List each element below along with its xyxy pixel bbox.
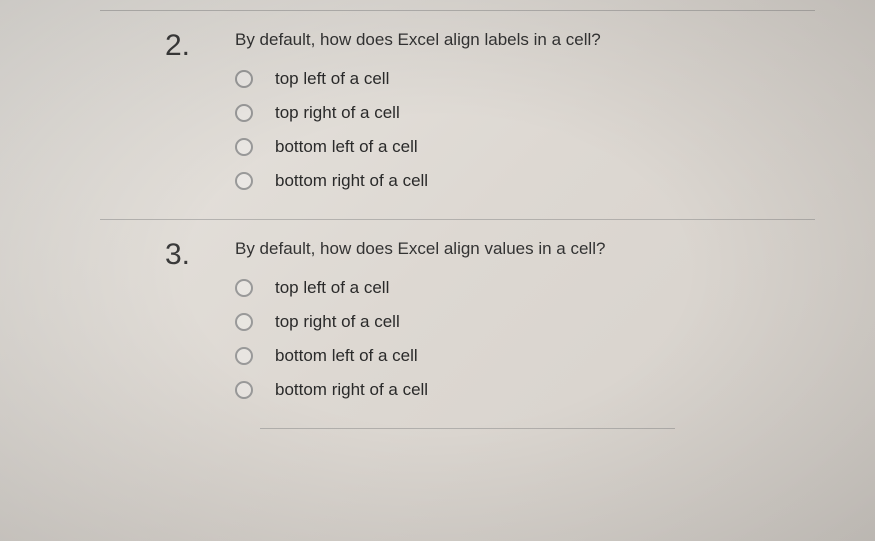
option-label: top right of a cell: [275, 103, 400, 123]
question-text: By default, how does Excel align labels …: [235, 29, 815, 51]
divider-mid: [100, 219, 815, 220]
option-row[interactable]: top left of a cell: [235, 278, 815, 298]
radio-icon[interactable]: [235, 70, 253, 88]
radio-icon[interactable]: [235, 381, 253, 399]
option-label: bottom right of a cell: [275, 171, 428, 191]
question-number: 2.: [165, 29, 235, 191]
options-list: top left of a cell top right of a cell b…: [235, 278, 815, 400]
option-row[interactable]: bottom left of a cell: [235, 137, 815, 157]
option-row[interactable]: bottom left of a cell: [235, 346, 815, 366]
option-label: top left of a cell: [275, 278, 389, 298]
options-list: top left of a cell top right of a cell b…: [235, 69, 815, 191]
divider-top: [100, 10, 815, 11]
radio-icon[interactable]: [235, 347, 253, 365]
question-2: 2. By default, how does Excel align labe…: [0, 11, 875, 219]
radio-icon[interactable]: [235, 172, 253, 190]
radio-icon[interactable]: [235, 313, 253, 331]
question-3: 3. By default, how does Excel align valu…: [0, 220, 875, 428]
option-row[interactable]: bottom right of a cell: [235, 171, 815, 191]
option-label: bottom right of a cell: [275, 380, 428, 400]
option-row[interactable]: bottom right of a cell: [235, 380, 815, 400]
question-text: By default, how does Excel align values …: [235, 238, 815, 260]
divider-bottom: [260, 428, 675, 429]
option-row[interactable]: top right of a cell: [235, 312, 815, 332]
radio-icon[interactable]: [235, 104, 253, 122]
question-content: By default, how does Excel align labels …: [235, 29, 815, 191]
question-content: By default, how does Excel align values …: [235, 238, 815, 400]
option-label: bottom left of a cell: [275, 346, 418, 366]
radio-icon[interactable]: [235, 138, 253, 156]
option-label: top left of a cell: [275, 69, 389, 89]
radio-icon[interactable]: [235, 279, 253, 297]
option-row[interactable]: top right of a cell: [235, 103, 815, 123]
option-label: top right of a cell: [275, 312, 400, 332]
option-label: bottom left of a cell: [275, 137, 418, 157]
option-row[interactable]: top left of a cell: [235, 69, 815, 89]
question-number: 3.: [165, 238, 235, 400]
